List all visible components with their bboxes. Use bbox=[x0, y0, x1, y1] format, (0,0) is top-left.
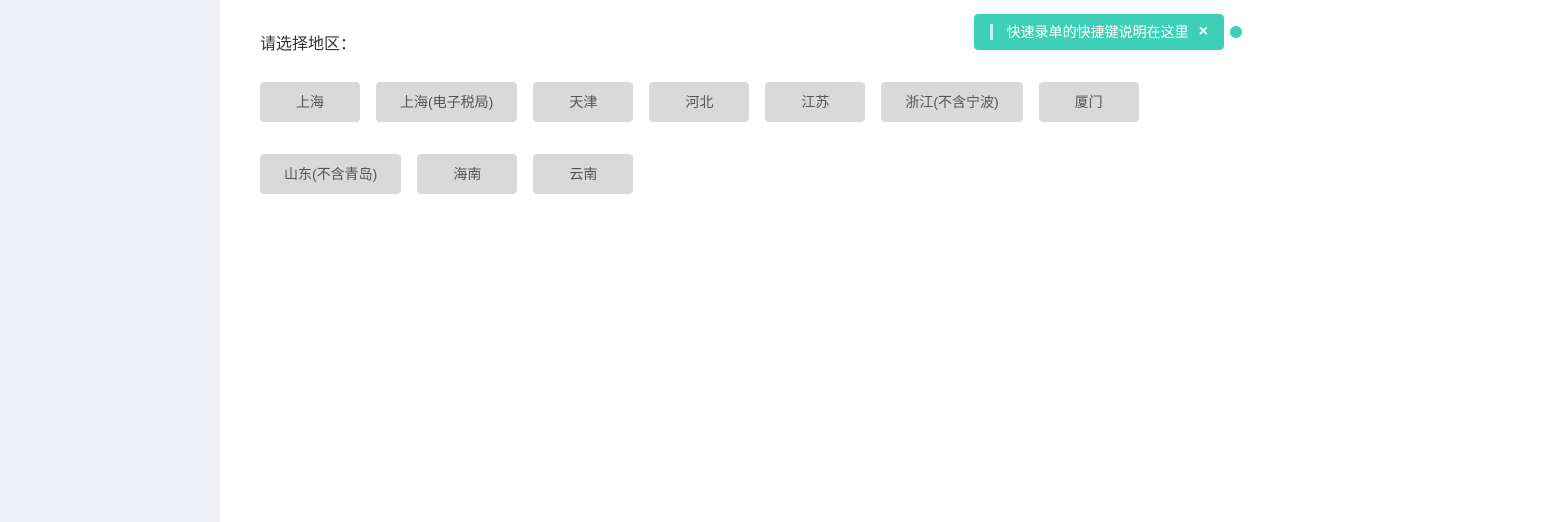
region-button[interactable]: 上海 bbox=[260, 82, 360, 122]
sidebar bbox=[0, 0, 220, 522]
tooltip-dot bbox=[1230, 26, 1242, 38]
region-row-1: 上海上海(电子税局) 天津河北江苏浙江(不含宁波) 厦门 bbox=[260, 82, 1139, 122]
region-button[interactable]: 海南 bbox=[417, 154, 517, 194]
page-title: 请选择地区： bbox=[260, 30, 1522, 54]
region-row-2: 山东(不含青岛) 海南云南 bbox=[260, 154, 633, 194]
tooltip-text: 快速录单的快捷键说明在这里 bbox=[1007, 22, 1189, 42]
tooltip-box: 快速录单的快捷键说明在这里 × bbox=[974, 14, 1224, 50]
region-button[interactable]: 山东(不含青岛) bbox=[260, 154, 401, 194]
main-content: 请选择地区： 上海上海(电子税局) 天津河北江苏浙江(不含宁波) 厦门 山东(不含青… bbox=[220, 0, 1562, 522]
region-grid: 上海上海(电子税局) 天津河北江苏浙江(不含宁波) 厦门 山东(不含青岛) 海南云南 bbox=[260, 82, 1522, 194]
region-button[interactable]: 河北 bbox=[649, 82, 749, 122]
region-button[interactable]: 厦门 bbox=[1039, 82, 1139, 122]
tooltip-close-button[interactable]: × bbox=[1199, 24, 1208, 40]
tooltip-container: 快速录单的快捷键说明在这里 × bbox=[974, 14, 1242, 50]
region-button[interactable]: 上海(电子税局) bbox=[376, 82, 517, 122]
region-button[interactable]: 云南 bbox=[533, 154, 633, 194]
region-button[interactable]: 浙江(不含宁波) bbox=[881, 82, 1022, 122]
region-button[interactable]: 天津 bbox=[533, 82, 633, 122]
region-button[interactable]: 江苏 bbox=[765, 82, 865, 122]
